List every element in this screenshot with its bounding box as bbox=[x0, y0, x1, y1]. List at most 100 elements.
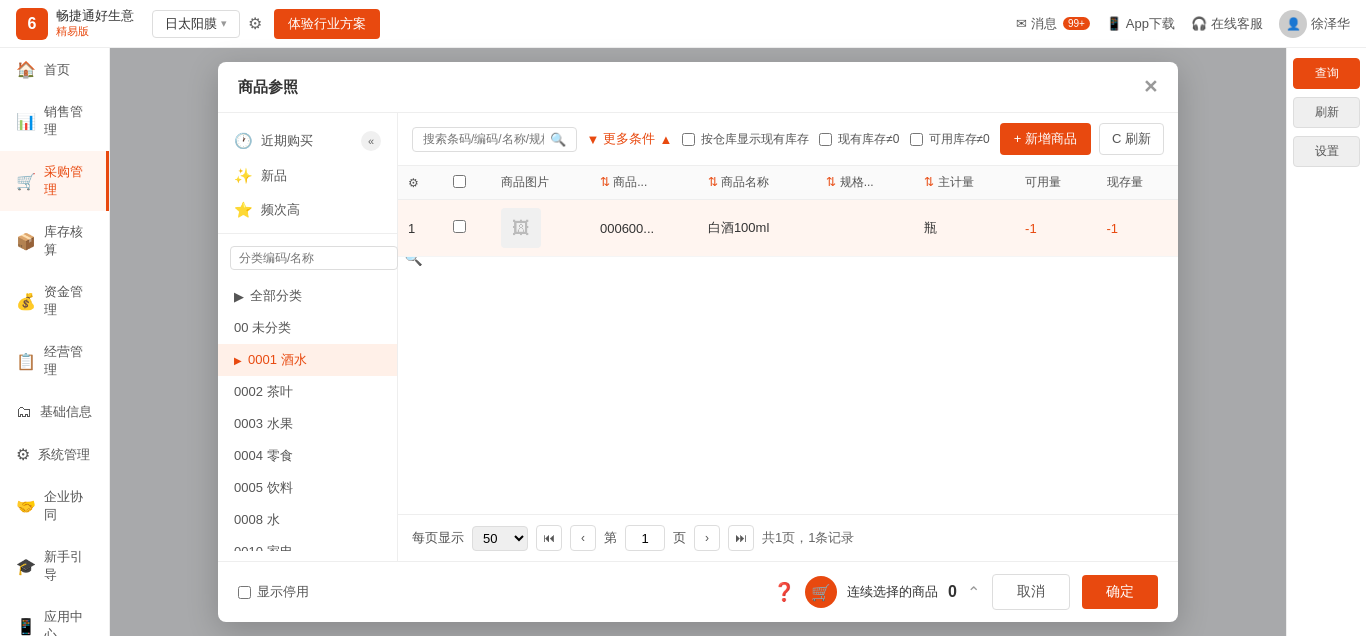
col-unit: ⇅ 主计量 bbox=[914, 166, 1015, 200]
guide-icon: 🎓 bbox=[16, 557, 36, 576]
sidebar-item-management[interactable]: 📋 经营管理 bbox=[0, 331, 109, 391]
page-label: 第 bbox=[604, 529, 617, 547]
logo-sub: 精易版 bbox=[56, 24, 134, 39]
category-0005-label: 0005 饮料 bbox=[234, 479, 293, 497]
available-nonzero-checkbox[interactable] bbox=[910, 133, 923, 146]
warehouse-checkbox-row[interactable]: 按仓库显示现有库存 bbox=[682, 131, 809, 148]
footer-collapse-icon[interactable]: ⌃ bbox=[967, 583, 980, 602]
new-product-nav[interactable]: ✨ 新品 bbox=[218, 159, 397, 193]
app-download-nav-item[interactable]: 📱 App下载 bbox=[1106, 15, 1175, 33]
frequent-nav[interactable]: ⭐ 频次高 bbox=[218, 193, 397, 227]
row-stock: -1 bbox=[1097, 200, 1178, 257]
page-prev-button[interactable]: ‹ bbox=[570, 525, 596, 551]
store-name: 日太阳膜 bbox=[165, 15, 217, 33]
sidebar-item-system[interactable]: ⚙ 系统管理 bbox=[0, 433, 109, 476]
category-0005[interactable]: 0005 饮料 bbox=[218, 472, 397, 504]
sidebar-item-guide[interactable]: 🎓 新手引导 bbox=[0, 536, 109, 596]
message-nav-item[interactable]: ✉ 消息 99+ bbox=[1016, 15, 1090, 33]
category-0002[interactable]: 0002 茶叶 bbox=[218, 376, 397, 408]
page-last-button[interactable]: ⏭ bbox=[728, 525, 754, 551]
confirm-button[interactable]: 确定 bbox=[1082, 575, 1158, 609]
row-spec bbox=[816, 200, 914, 257]
category-list: ▶ 全部分类 00 未分类 ▶ 0001 酒水 0002 茶 bbox=[218, 276, 397, 551]
sidebar-item-sales[interactable]: 📊 销售管理 bbox=[0, 91, 109, 151]
help-icon[interactable]: ❓ bbox=[773, 581, 795, 603]
product-search-icon[interactable]: 🔍 bbox=[550, 132, 566, 147]
sidebar-item-basic-info[interactable]: 🗂 基础信息 bbox=[0, 391, 109, 433]
sidebar-label-basic-info: 基础信息 bbox=[40, 403, 92, 421]
cart-button[interactable]: 🛒 bbox=[805, 576, 837, 608]
query-button[interactable]: 查询 bbox=[1293, 58, 1360, 89]
sidebar-item-inventory[interactable]: 📦 库存核算 bbox=[0, 211, 109, 271]
category-00[interactable]: 00 未分类 bbox=[218, 312, 397, 344]
refresh-button[interactable]: C 刷新 bbox=[1099, 123, 1164, 155]
page-next-button[interactable]: › bbox=[694, 525, 720, 551]
page-first-button[interactable]: ⏮ bbox=[536, 525, 562, 551]
panel-refresh-button[interactable]: 刷新 bbox=[1293, 97, 1360, 128]
sales-icon: 📊 bbox=[16, 112, 36, 131]
select-all-checkbox[interactable] bbox=[453, 175, 466, 188]
show-disabled-checkbox[interactable] bbox=[238, 586, 251, 599]
category-all[interactable]: ▶ 全部分类 bbox=[218, 280, 397, 312]
recent-purchase-nav[interactable]: 🕐 近期购买 « bbox=[218, 123, 397, 159]
store-selector[interactable]: 日太阳膜 ▾ bbox=[152, 10, 240, 38]
filter-button[interactable]: ▼ 更多条件 ▲ bbox=[587, 130, 673, 148]
table-row[interactable]: 1 🖼 000600... 白酒100ml 瓶 bbox=[398, 200, 1178, 257]
sidebar-label-system: 系统管理 bbox=[38, 446, 90, 464]
modal-footer: 显示停用 ❓ 🛒 连续选择的商品 0 ⌃ 取消 确定 bbox=[218, 561, 1178, 622]
sidebar-item-finance[interactable]: 💰 资金管理 bbox=[0, 271, 109, 331]
modal-backdrop: 商品参照 ✕ 🕐 近期购买 « ✨ 新品 bbox=[110, 48, 1286, 636]
page-size-select[interactable]: 20 50 100 bbox=[472, 526, 528, 551]
category-0010[interactable]: 0010 家电 bbox=[218, 536, 397, 551]
category-search-input[interactable] bbox=[230, 246, 398, 270]
show-disabled-checkbox-row[interactable]: 显示停用 bbox=[238, 583, 309, 601]
col-image: 商品图片 bbox=[491, 166, 590, 200]
settings-button[interactable]: 设置 bbox=[1293, 136, 1360, 167]
sidebar-item-purchase[interactable]: 🛒 采购管理 bbox=[0, 151, 109, 211]
row-num: 1 bbox=[398, 200, 443, 257]
sidebar-label-inventory: 库存核算 bbox=[44, 223, 93, 259]
page-number-input[interactable] bbox=[625, 525, 665, 551]
category-0003[interactable]: 0003 水果 bbox=[218, 408, 397, 440]
online-service-label: 在线客服 bbox=[1211, 15, 1263, 33]
col-settings[interactable]: ⚙ bbox=[398, 166, 443, 200]
gear-icon[interactable]: ⚙ bbox=[248, 14, 262, 33]
sidebar-item-apps[interactable]: 📱 应用中心 bbox=[0, 596, 109, 636]
sidebar-item-home[interactable]: 🏠 首页 bbox=[0, 48, 109, 91]
sidebar-label-home: 首页 bbox=[44, 61, 70, 79]
stock-nonzero-checkbox-row[interactable]: 现有库存≠0 bbox=[819, 131, 899, 148]
stock-nonzero-checkbox[interactable] bbox=[819, 133, 832, 146]
category-search-row: 🔍 bbox=[218, 240, 397, 276]
category-0008[interactable]: 0008 水 bbox=[218, 504, 397, 536]
user-avatar: 👤 bbox=[1279, 10, 1307, 38]
pagination-bar: 每页显示 20 50 100 ⏮ ‹ 第 页 › bbox=[398, 514, 1178, 561]
row-unit: 瓶 bbox=[914, 200, 1015, 257]
logo-area: 6 畅捷通好生意 精易版 bbox=[16, 8, 136, 40]
left-sidebar: 🏠 首页 📊 销售管理 🛒 采购管理 📦 库存核算 💰 资金管理 📋 经营管理 … bbox=[0, 48, 110, 636]
user-area[interactable]: 👤 徐泽华 bbox=[1279, 10, 1350, 38]
message-label: 消息 bbox=[1031, 15, 1057, 33]
apps-icon: 📱 bbox=[16, 617, 36, 636]
filter-label: 更多条件 bbox=[603, 130, 655, 148]
category-0001-label: 0001 酒水 bbox=[248, 351, 307, 369]
trial-button[interactable]: 体验行业方案 bbox=[274, 9, 380, 39]
category-0004[interactable]: 0004 零食 bbox=[218, 440, 397, 472]
system-icon: ⚙ bbox=[16, 445, 30, 464]
page-label2: 页 bbox=[673, 529, 686, 547]
recent-purchase-label: 近期购买 bbox=[261, 132, 313, 150]
stock-nonzero-label: 现有库存≠0 bbox=[838, 131, 899, 148]
sidebar-label-purchase: 采购管理 bbox=[44, 163, 90, 199]
logo-text: 畅捷通好生意 bbox=[56, 8, 134, 25]
collapse-button[interactable]: « bbox=[361, 131, 381, 151]
category-0001[interactable]: ▶ 0001 酒水 bbox=[218, 344, 397, 376]
add-product-button[interactable]: + 新增商品 bbox=[1000, 123, 1091, 155]
product-search-input[interactable] bbox=[423, 132, 544, 146]
online-service-nav-item[interactable]: 🎧 在线客服 bbox=[1191, 15, 1263, 33]
row-checkbox[interactable] bbox=[443, 200, 491, 257]
available-nonzero-checkbox-row[interactable]: 可用库存≠0 bbox=[910, 131, 990, 148]
category-0008-label: 0008 水 bbox=[234, 511, 280, 529]
cancel-button[interactable]: 取消 bbox=[992, 574, 1070, 610]
sidebar-item-enterprise[interactable]: 🤝 企业协同 bbox=[0, 476, 109, 536]
modal-close-button[interactable]: ✕ bbox=[1143, 76, 1158, 98]
warehouse-checkbox[interactable] bbox=[682, 133, 695, 146]
